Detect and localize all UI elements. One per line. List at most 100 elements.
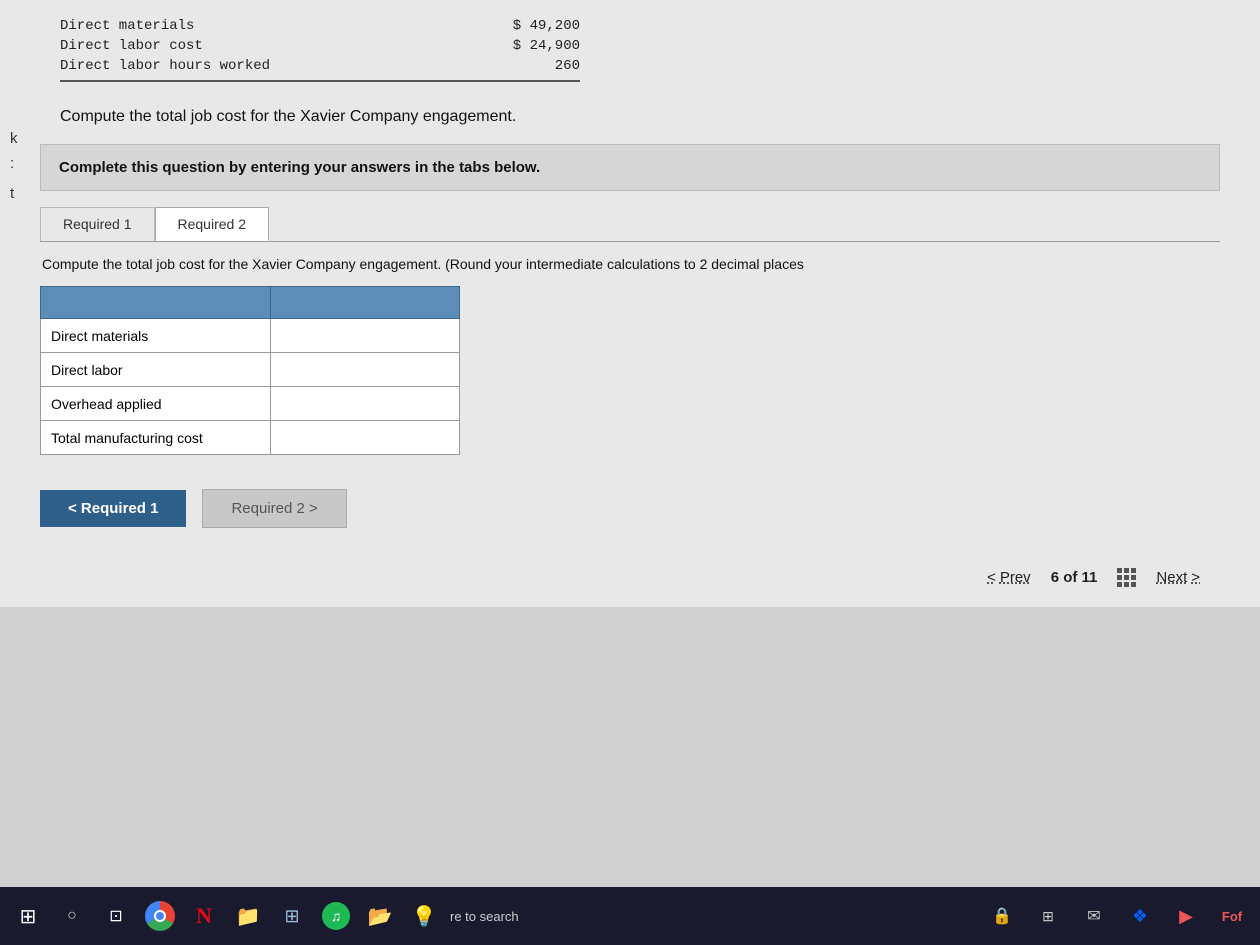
search-button[interactable]: ○: [54, 898, 90, 934]
data-row-labor-hours: Direct labor hours worked 260: [60, 58, 580, 74]
dropbox-icon: ❖: [1132, 906, 1148, 927]
orange-folder-icon: 📂: [368, 904, 393, 929]
grid-dot: [1117, 568, 1122, 573]
table-row: Direct materials: [41, 319, 460, 353]
margin-letter-colon: :: [10, 155, 14, 172]
table-row: Direct labor: [41, 353, 460, 387]
grid-dot: [1117, 582, 1122, 587]
mail-button[interactable]: ✉: [1076, 898, 1112, 934]
grid-dot: [1124, 582, 1129, 587]
col-header-value: [271, 287, 460, 319]
grid-dot: [1131, 568, 1136, 573]
netflix-button[interactable]: N: [186, 898, 222, 934]
task-view-button[interactable]: ⊡: [98, 898, 134, 934]
spotify-icon: ♫: [322, 902, 350, 930]
nav-buttons-row: < Required 1 Required 2 >: [40, 489, 1220, 528]
pagination-info: 6 of 11: [1051, 569, 1098, 586]
input-total[interactable]: [281, 430, 449, 446]
search-icon: ○: [67, 907, 77, 925]
lock-icon: 🔒: [992, 906, 1012, 926]
windows-icon: ⊞: [20, 904, 37, 929]
next-chevron-icon: >: [1191, 569, 1200, 586]
tab-instruction-text: Compute the total job cost for the Xavie…: [40, 256, 1220, 272]
lamp-icon: 💡: [412, 904, 437, 929]
cell-overhead-input[interactable]: [271, 387, 460, 421]
page-current: 6: [1051, 569, 1059, 586]
next-label: Next: [1156, 569, 1187, 586]
divider: [60, 80, 580, 82]
input-direct-labor[interactable]: [281, 362, 449, 378]
pagination-row: < Prev 6 of 11 Next >: [0, 548, 1260, 607]
lamp-button[interactable]: 💡: [406, 898, 442, 934]
grid-dot: [1131, 575, 1136, 580]
netflix-icon: N: [196, 903, 212, 929]
margin-letter-t: t: [10, 185, 14, 202]
value-labor-hours: 260: [555, 58, 580, 74]
orange-folder-button[interactable]: 📂: [362, 898, 398, 934]
col-header-label: [41, 287, 271, 319]
chrome-icon-inner: [156, 912, 164, 920]
chrome-button[interactable]: [142, 898, 178, 934]
grid-icon[interactable]: [1117, 568, 1136, 587]
question-text: Compute the total job cost for the Xavie…: [0, 108, 1260, 126]
top-data-section: Direct materials $ 49,200 Direct labor c…: [0, 0, 1260, 108]
tab-required2[interactable]: Required 2: [155, 207, 270, 241]
data-row-materials: Direct materials $ 49,200: [60, 18, 580, 34]
tab-required2-label: Required 2: [178, 216, 247, 232]
task-view-icon: ⊡: [109, 906, 122, 926]
cell-direct-materials-input[interactable]: [271, 319, 460, 353]
btn-required1[interactable]: < Required 1: [40, 490, 186, 527]
cost-table: Direct materials Direct labor Overhead a…: [40, 286, 460, 455]
table-row: Total manufacturing cost: [41, 421, 460, 455]
spotify-button[interactable]: ♫: [318, 898, 354, 934]
sys-tray-grid-button[interactable]: ⊞: [1030, 898, 1066, 934]
cell-overhead-label: Overhead applied: [41, 387, 271, 421]
folder-button[interactable]: 📁: [230, 898, 266, 934]
grid-dot: [1117, 575, 1122, 580]
app-tiles-icon: ⊞: [284, 906, 299, 927]
cell-direct-labor-label: Direct labor: [41, 353, 271, 387]
data-row-labor-cost: Direct labor cost $ 24,900: [60, 38, 580, 54]
pagination-prev-button[interactable]: < Prev: [987, 569, 1031, 586]
input-direct-materials[interactable]: [281, 328, 449, 344]
cell-direct-materials-label: Direct materials: [41, 319, 271, 353]
instruction-box: Complete this question by entering your …: [40, 144, 1220, 191]
extra-app-button[interactable]: ▶: [1168, 898, 1204, 934]
page-total: 11: [1082, 569, 1098, 586]
fof-badge[interactable]: Fof: [1214, 898, 1250, 934]
extra-app-icon: ▶: [1179, 906, 1193, 927]
cell-total-input[interactable]: [271, 421, 460, 455]
cell-direct-labor-input[interactable]: [271, 353, 460, 387]
lock-button[interactable]: 🔒: [984, 898, 1020, 934]
windows-start-button[interactable]: ⊞: [10, 898, 46, 934]
grid-dot: [1124, 575, 1129, 580]
tab-required1-label: Required 1: [63, 216, 132, 232]
grid-dot: [1131, 582, 1136, 587]
taskbar-search-text: re to search: [450, 909, 519, 924]
table-row: Overhead applied: [41, 387, 460, 421]
btn-required2[interactable]: Required 2 >: [202, 489, 346, 528]
input-overhead[interactable]: [281, 396, 449, 412]
app-tiles-button[interactable]: ⊞: [274, 898, 310, 934]
mail-icon: ✉: [1087, 906, 1100, 926]
taskbar: ⊞ ○ ⊡ N 📁 ⊞ ♫ 📂 💡 re to search: [0, 887, 1260, 945]
pagination-next-button[interactable]: Next >: [1156, 569, 1200, 586]
tab-content-area: Compute the total job cost for the Xavie…: [40, 242, 1220, 469]
sys-tray-grid-icon: ⊞: [1042, 908, 1054, 925]
grid-dot: [1124, 568, 1129, 573]
prev-chevron-icon: <: [987, 569, 996, 586]
folder-icon: 📁: [236, 904, 261, 929]
label-materials: Direct materials: [60, 18, 194, 34]
value-materials: $ 49,200: [513, 18, 580, 34]
chrome-icon: [145, 901, 175, 931]
prev-label: Prev: [1000, 569, 1031, 586]
btn-required1-label: < Required 1: [68, 500, 158, 517]
cell-total-label: Total manufacturing cost: [41, 421, 271, 455]
taskbar-right: 🔒 ⊞ ✉ ❖ ▶ Fof: [984, 898, 1250, 934]
label-labor-cost: Direct labor cost: [60, 38, 203, 54]
tabs-row: Required 1 Required 2: [40, 207, 1220, 242]
page-separator: of: [1063, 569, 1081, 586]
value-labor-cost: $ 24,900: [513, 38, 580, 54]
tab-required1[interactable]: Required 1: [40, 207, 155, 241]
dropbox-button[interactable]: ❖: [1122, 898, 1158, 934]
